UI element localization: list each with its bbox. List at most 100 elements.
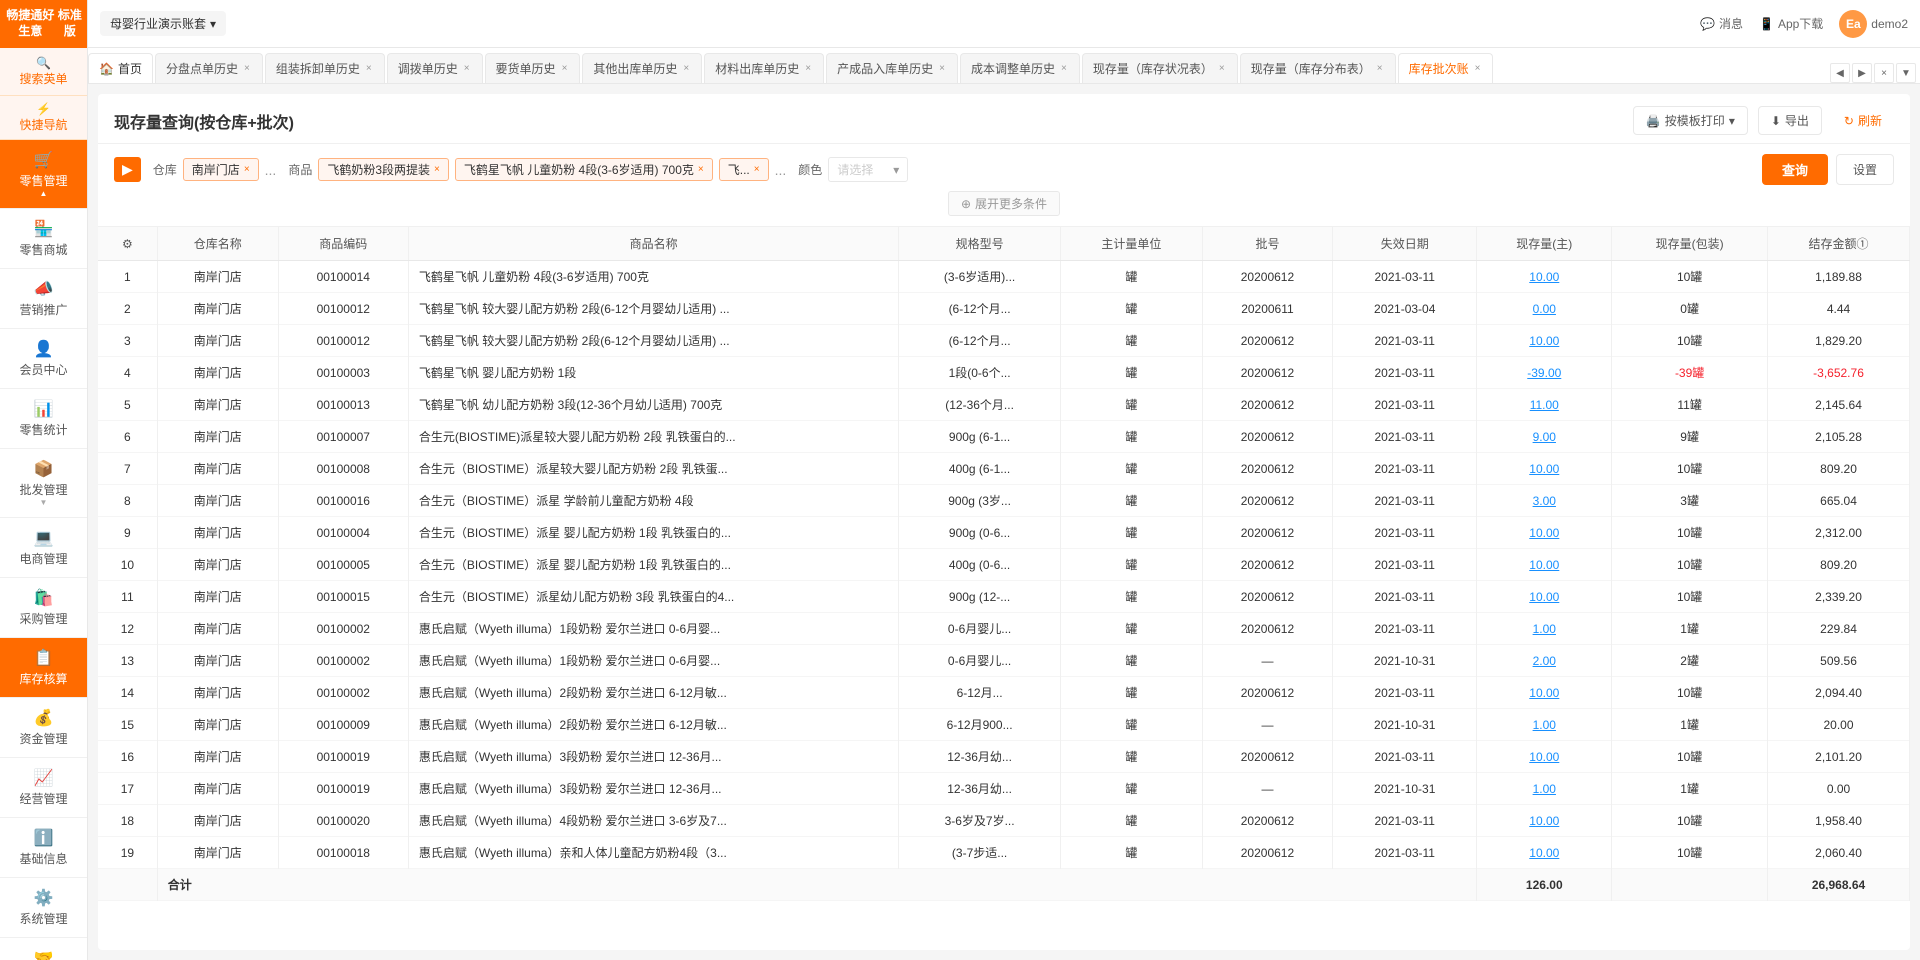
export-button[interactable]: ⬇ 导出 [1758, 106, 1822, 135]
tab-yaohuo[interactable]: 要货单历史 × [485, 53, 581, 83]
cell-qty-pkg: 0罐 [1612, 293, 1768, 325]
sidebar-item-purchase[interactable]: 🛍️ 采购管理 [0, 578, 87, 638]
sidebar-item-operation[interactable]: 📈 经营管理 [0, 758, 87, 818]
sidebar-item-marketing[interactable]: 📣 营销推广 [0, 269, 87, 329]
sidebar-item-inventory[interactable]: 📋 库存核算 [0, 638, 87, 698]
cell-name: 合生元（BIOSTIME）派星 婴儿配方奶粉 1段 乳铁蛋白的... [408, 549, 898, 581]
tab-close-all[interactable]: × [1874, 63, 1894, 83]
sidebar-item-finance[interactable]: 💰 资金管理 [0, 698, 87, 758]
tab-chengben[interactable]: 成本调整单历史 × [960, 53, 1080, 83]
close-tab-diaobodai[interactable]: × [462, 63, 472, 74]
close-tab-fenpandian[interactable]: × [242, 63, 252, 74]
refresh-button[interactable]: ↻ 刷新 [1832, 107, 1894, 134]
tab-arrow-right[interactable]: ▶ [1852, 63, 1872, 83]
export-icon: ⬇ [1771, 114, 1781, 128]
print-button[interactable]: 🖨️ 按模板打印 ▾ [1633, 106, 1748, 135]
close-tab-qitachu[interactable]: × [681, 63, 691, 74]
app-download-btn[interactable]: 📱 App下载 [1759, 15, 1823, 32]
company-selector[interactable]: 母婴行业演示账套 ▾ [100, 11, 226, 36]
remove-warehouse-tag[interactable]: × [244, 164, 250, 175]
cell-amount: 229.84 [1768, 613, 1910, 645]
sidebar-item-quicknav[interactable]: ⚡ 快捷导航 [0, 96, 87, 140]
cell-name: 合生元（BIOSTIME）派星幼儿配方奶粉 3段 乳铁蛋白的4... [408, 581, 898, 613]
cell-name: 惠氏启赋（Wyeth illuma）亲和人体儿童配方奶粉4段（3... [408, 837, 898, 869]
tab-kucun-dist[interactable]: 现存量（库存分布表） × [1240, 53, 1396, 83]
cell-batch: 20200612 [1202, 837, 1332, 869]
cooperation-icon: 🤝 [34, 948, 54, 960]
sidebar-item-stat[interactable]: 📊 零售统计 [0, 389, 87, 449]
cell-unit: 罐 [1060, 325, 1202, 357]
collapse-filter-btn[interactable]: ▶ [114, 157, 141, 182]
cell-qty-pkg: 2罐 [1612, 645, 1768, 677]
message-btn[interactable]: 💬 消息 [1700, 15, 1743, 32]
cell-name: 飞鹤星飞帆 较大婴儿配方奶粉 2段(6-12个月婴幼儿适用) ... [408, 325, 898, 357]
sidebar-item-ecommerce[interactable]: 💻 电商管理 [0, 518, 87, 578]
tab-kucun-status[interactable]: 现存量（库存状况表） × [1082, 53, 1238, 83]
warehouse-more[interactable]: ... [265, 162, 277, 178]
settings-icon[interactable]: ⚙ [122, 237, 133, 251]
close-tab-cailiaochuku[interactable]: × [803, 63, 813, 74]
close-tab-kucun-status[interactable]: × [1217, 63, 1227, 74]
tab-cailiaochuku[interactable]: 材料出库单历史 × [704, 53, 824, 83]
warehouse-tag[interactable]: 南岸门店 × [183, 158, 259, 181]
user-info[interactable]: Ea demo2 [1839, 10, 1908, 38]
cell-warehouse: 南岸门店 [157, 293, 278, 325]
cell-qty-main: 10.00 [1477, 805, 1612, 837]
close-tab-chengben[interactable]: × [1059, 63, 1069, 74]
product-tag-1[interactable]: 飞鹤奶粉3段两提装 × [318, 158, 449, 181]
cell-code: 00100003 [278, 357, 408, 389]
product-tag-3[interactable]: 飞... × [719, 158, 769, 181]
cell-warehouse: 南岸门店 [157, 389, 278, 421]
cell-warehouse: 南岸门店 [157, 677, 278, 709]
tab-arrow-left[interactable]: ◀ [1830, 63, 1850, 83]
cell-spec: 3-6岁及7岁... [899, 805, 1061, 837]
tab-kucun-batch[interactable]: 库存批次账 × [1398, 53, 1494, 83]
close-tab-zuzhuang[interactable]: × [364, 63, 374, 74]
table-row: 16 南岸门店 00100019 惠氏启赋（Wyeth illuma）3段奶粉 … [98, 741, 1910, 773]
sidebar-item-basic[interactable]: ℹ️ 基础信息 [0, 818, 87, 878]
cell-qty-main: 10.00 [1477, 581, 1612, 613]
cell-unit: 罐 [1060, 773, 1202, 805]
tab-qitachu[interactable]: 其他出库单历史 × [582, 53, 702, 83]
tab-fenpandian[interactable]: 分盘点单历史 × [155, 53, 263, 83]
product-more[interactable]: ... [775, 162, 787, 178]
cell-unit: 罐 [1060, 261, 1202, 293]
cell-qty-pkg: 1罐 [1612, 773, 1768, 805]
sidebar-item-system[interactable]: ⚙️ 系统管理 [0, 878, 87, 938]
close-tab-kucun-batch[interactable]: × [1473, 63, 1483, 74]
page-title: 现存量查询(按仓库+批次) [114, 109, 294, 133]
remove-product-tag2[interactable]: × [698, 164, 704, 175]
cell-batch: 20200612 [1202, 613, 1332, 645]
table-row: 13 南岸门店 00100002 惠氏启赋（Wyeth illuma）1段奶粉 … [98, 645, 1910, 677]
sidebar-item-retail[interactable]: 🛒 零售管理 ▲ [0, 140, 87, 209]
color-selector[interactable]: 请选择 ▾ [828, 157, 908, 182]
table-row: 7 南岸门店 00100008 合生元（BIOSTIME）派星较大婴儿配方奶粉 … [98, 453, 1910, 485]
col-settings[interactable]: ⚙ [98, 227, 157, 261]
close-tab-chancheng[interactable]: × [937, 63, 947, 74]
sidebar-item-wholesale[interactable]: 📦 批发管理 ▼ [0, 449, 87, 518]
sidebar-item-search[interactable]: 🔍 搜索英单 [0, 48, 87, 96]
product-tag-2[interactable]: 飞鹤星飞帆 儿童奶粉 4段(3-6岁适用) 700克 × [455, 158, 713, 181]
expand-filter-btn[interactable]: ⊕ 展开更多条件 [948, 191, 1060, 216]
cell-no: 7 [98, 453, 157, 485]
close-tab-kucun-dist[interactable]: × [1375, 63, 1385, 74]
sidebar-item-member[interactable]: 👤 会员中心 [0, 329, 87, 389]
tab-menu[interactable]: ▼ [1896, 63, 1916, 83]
tab-chancheng[interactable]: 产成品入库单历史 × [826, 53, 958, 83]
remove-product-tag1[interactable]: × [434, 164, 440, 175]
query-button[interactable]: 查询 [1762, 154, 1828, 185]
col-warehouse: 仓库名称 [157, 227, 278, 261]
warehouse-filter-group: 仓库 南岸门店 × ... [153, 158, 277, 181]
finance-icon: 💰 [34, 708, 54, 728]
cell-warehouse: 南岸门店 [157, 837, 278, 869]
setting-button[interactable]: 设置 [1836, 154, 1894, 185]
sidebar-item-cooperation[interactable]: 🤝 企业协同 [0, 938, 87, 960]
sidebar-item-shop[interactable]: 🏪 零售商城 [0, 209, 87, 269]
tab-diaobodai[interactable]: 调拨单历史 × [387, 53, 483, 83]
tab-home[interactable]: 🏠 首页 [88, 53, 153, 83]
remove-product-tag3[interactable]: × [754, 164, 760, 175]
close-tab-yaohuo[interactable]: × [560, 63, 570, 74]
cell-spec: 1段(0-6个... [899, 357, 1061, 389]
tab-zuzhuang[interactable]: 组装拆卸单历史 × [265, 53, 385, 83]
cell-amount: 2,060.40 [1768, 837, 1910, 869]
